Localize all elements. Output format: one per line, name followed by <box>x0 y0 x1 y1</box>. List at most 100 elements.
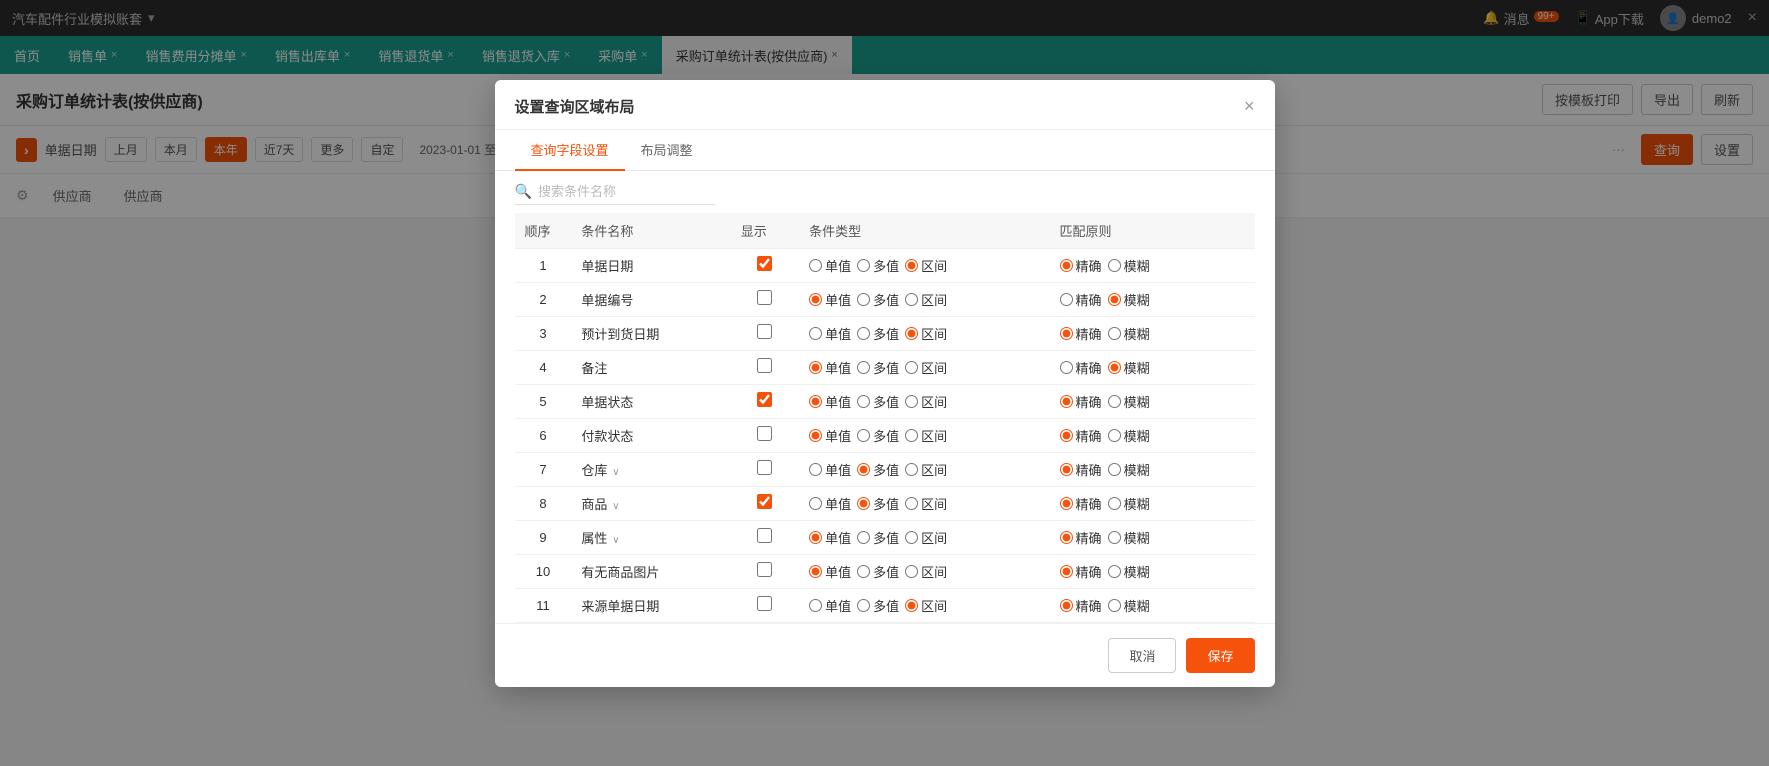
type-type_single-label[interactable]: 单值 <box>809 562 851 581</box>
match-match_fuzzy-label[interactable]: 模糊 <box>1108 528 1150 547</box>
type-type_range-label[interactable]: 区间 <box>905 562 947 581</box>
row-show[interactable] <box>731 350 799 384</box>
row-show[interactable] <box>731 282 799 316</box>
type-type_range-label[interactable]: 区间 <box>905 290 947 309</box>
type-type_single-radio[interactable] <box>809 565 822 578</box>
type-type_single-label[interactable]: 单值 <box>809 528 851 547</box>
match-match_exact-label[interactable]: 精确 <box>1060 562 1102 581</box>
match-match_fuzzy-label[interactable]: 模糊 <box>1108 256 1150 275</box>
row-show[interactable] <box>731 248 799 282</box>
type-type_range-label[interactable]: 区间 <box>905 494 947 513</box>
show-checkbox[interactable] <box>757 392 772 407</box>
type-type_multi-radio[interactable] <box>857 531 870 544</box>
type-type_multi-label[interactable]: 多值 <box>857 562 899 581</box>
show-checkbox[interactable] <box>757 358 772 373</box>
type-type_single-label[interactable]: 单值 <box>809 358 851 377</box>
match-match_fuzzy-label[interactable]: 模糊 <box>1108 392 1150 411</box>
match-match_exact-radio[interactable] <box>1060 565 1073 578</box>
match-match_exact-radio[interactable] <box>1060 395 1073 408</box>
row-show[interactable] <box>731 554 799 588</box>
show-checkbox[interactable] <box>757 426 772 441</box>
match-match_fuzzy-label[interactable]: 模糊 <box>1108 494 1150 513</box>
type-type_multi-radio[interactable] <box>857 293 870 306</box>
tab-layout[interactable]: 布局调整 <box>625 130 709 171</box>
match-match_exact-radio[interactable] <box>1060 361 1073 374</box>
type-type_multi-label[interactable]: 多值 <box>857 426 899 445</box>
match-match_exact-label[interactable]: 精确 <box>1060 494 1102 513</box>
type-type_multi-radio[interactable] <box>857 429 870 442</box>
row-show[interactable] <box>731 384 799 418</box>
match-match_fuzzy-label[interactable]: 模糊 <box>1108 460 1150 479</box>
type-type_range-radio[interactable] <box>905 395 918 408</box>
match-match_exact-radio[interactable] <box>1060 429 1073 442</box>
type-type_range-label[interactable]: 区间 <box>905 596 947 615</box>
type-type_single-label[interactable]: 单值 <box>809 426 851 445</box>
type-type_range-radio[interactable] <box>905 259 918 272</box>
type-type_multi-radio[interactable] <box>857 565 870 578</box>
type-type_single-radio[interactable] <box>809 395 822 408</box>
type-type_single-label[interactable]: 单值 <box>809 256 851 275</box>
type-type_multi-radio[interactable] <box>857 327 870 340</box>
type-type_range-radio[interactable] <box>905 531 918 544</box>
match-match_fuzzy-radio[interactable] <box>1108 463 1121 476</box>
type-type_multi-label[interactable]: 多值 <box>857 324 899 343</box>
type-type_multi-label[interactable]: 多值 <box>857 596 899 615</box>
type-type_range-radio[interactable] <box>905 361 918 374</box>
type-type_single-label[interactable]: 单值 <box>809 324 851 343</box>
type-type_range-label[interactable]: 区间 <box>905 528 947 547</box>
show-checkbox[interactable] <box>757 494 772 509</box>
type-type_range-label[interactable]: 区间 <box>905 358 947 377</box>
match-match_exact-label[interactable]: 精确 <box>1060 460 1102 479</box>
match-match_fuzzy-label[interactable]: 模糊 <box>1108 596 1150 615</box>
match-match_exact-radio[interactable] <box>1060 497 1073 510</box>
type-type_single-label[interactable]: 单值 <box>809 596 851 615</box>
match-match_exact-radio[interactable] <box>1060 259 1073 272</box>
match-match_fuzzy-radio[interactable] <box>1108 395 1121 408</box>
show-checkbox[interactable] <box>757 324 772 339</box>
type-type_multi-label[interactable]: 多值 <box>857 528 899 547</box>
match-match_exact-radio[interactable] <box>1060 599 1073 612</box>
type-type_single-radio[interactable] <box>809 361 822 374</box>
dialog-close-button[interactable]: × <box>1244 97 1255 115</box>
match-match_exact-label[interactable]: 精确 <box>1060 358 1102 377</box>
show-checkbox[interactable] <box>757 596 772 611</box>
type-type_multi-radio[interactable] <box>857 361 870 374</box>
type-type_range-label[interactable]: 区间 <box>905 426 947 445</box>
type-type_range-radio[interactable] <box>905 565 918 578</box>
match-match_fuzzy-label[interactable]: 模糊 <box>1108 358 1150 377</box>
save-button[interactable]: 保存 <box>1186 638 1254 673</box>
tab-fields[interactable]: 查询字段设置 <box>515 130 625 171</box>
show-checkbox[interactable] <box>757 290 772 305</box>
type-type_range-radio[interactable] <box>905 293 918 306</box>
type-type_single-radio[interactable] <box>809 599 822 612</box>
match-match_fuzzy-radio[interactable] <box>1108 497 1121 510</box>
match-match_exact-label[interactable]: 精确 <box>1060 596 1102 615</box>
match-match_exact-radio[interactable] <box>1060 531 1073 544</box>
row-show[interactable] <box>731 418 799 452</box>
show-checkbox[interactable] <box>757 256 772 271</box>
type-type_multi-label[interactable]: 多值 <box>857 358 899 377</box>
type-type_range-radio[interactable] <box>905 497 918 510</box>
match-match_fuzzy-label[interactable]: 模糊 <box>1108 426 1150 445</box>
type-type_range-radio[interactable] <box>905 429 918 442</box>
match-match_fuzzy-label[interactable]: 模糊 <box>1108 324 1150 343</box>
type-type_single-radio[interactable] <box>809 463 822 476</box>
search-input[interactable] <box>538 184 698 199</box>
match-match_exact-label[interactable]: 精确 <box>1060 290 1102 309</box>
match-match_exact-label[interactable]: 精确 <box>1060 426 1102 445</box>
type-type_single-label[interactable]: 单值 <box>809 460 851 479</box>
show-checkbox[interactable] <box>757 528 772 543</box>
match-match_exact-radio[interactable] <box>1060 327 1073 340</box>
type-type_multi-label[interactable]: 多值 <box>857 256 899 275</box>
type-type_multi-radio[interactable] <box>857 395 870 408</box>
match-match_fuzzy-radio[interactable] <box>1108 429 1121 442</box>
row-show[interactable] <box>731 520 799 554</box>
match-match_exact-label[interactable]: 精确 <box>1060 392 1102 411</box>
type-type_range-radio[interactable] <box>905 599 918 612</box>
match-match_fuzzy-radio[interactable] <box>1108 327 1121 340</box>
type-type_range-label[interactable]: 区间 <box>905 324 947 343</box>
type-type_single-radio[interactable] <box>809 327 822 340</box>
type-type_single-radio[interactable] <box>809 293 822 306</box>
match-match_fuzzy-radio[interactable] <box>1108 531 1121 544</box>
type-type_multi-radio[interactable] <box>857 497 870 510</box>
